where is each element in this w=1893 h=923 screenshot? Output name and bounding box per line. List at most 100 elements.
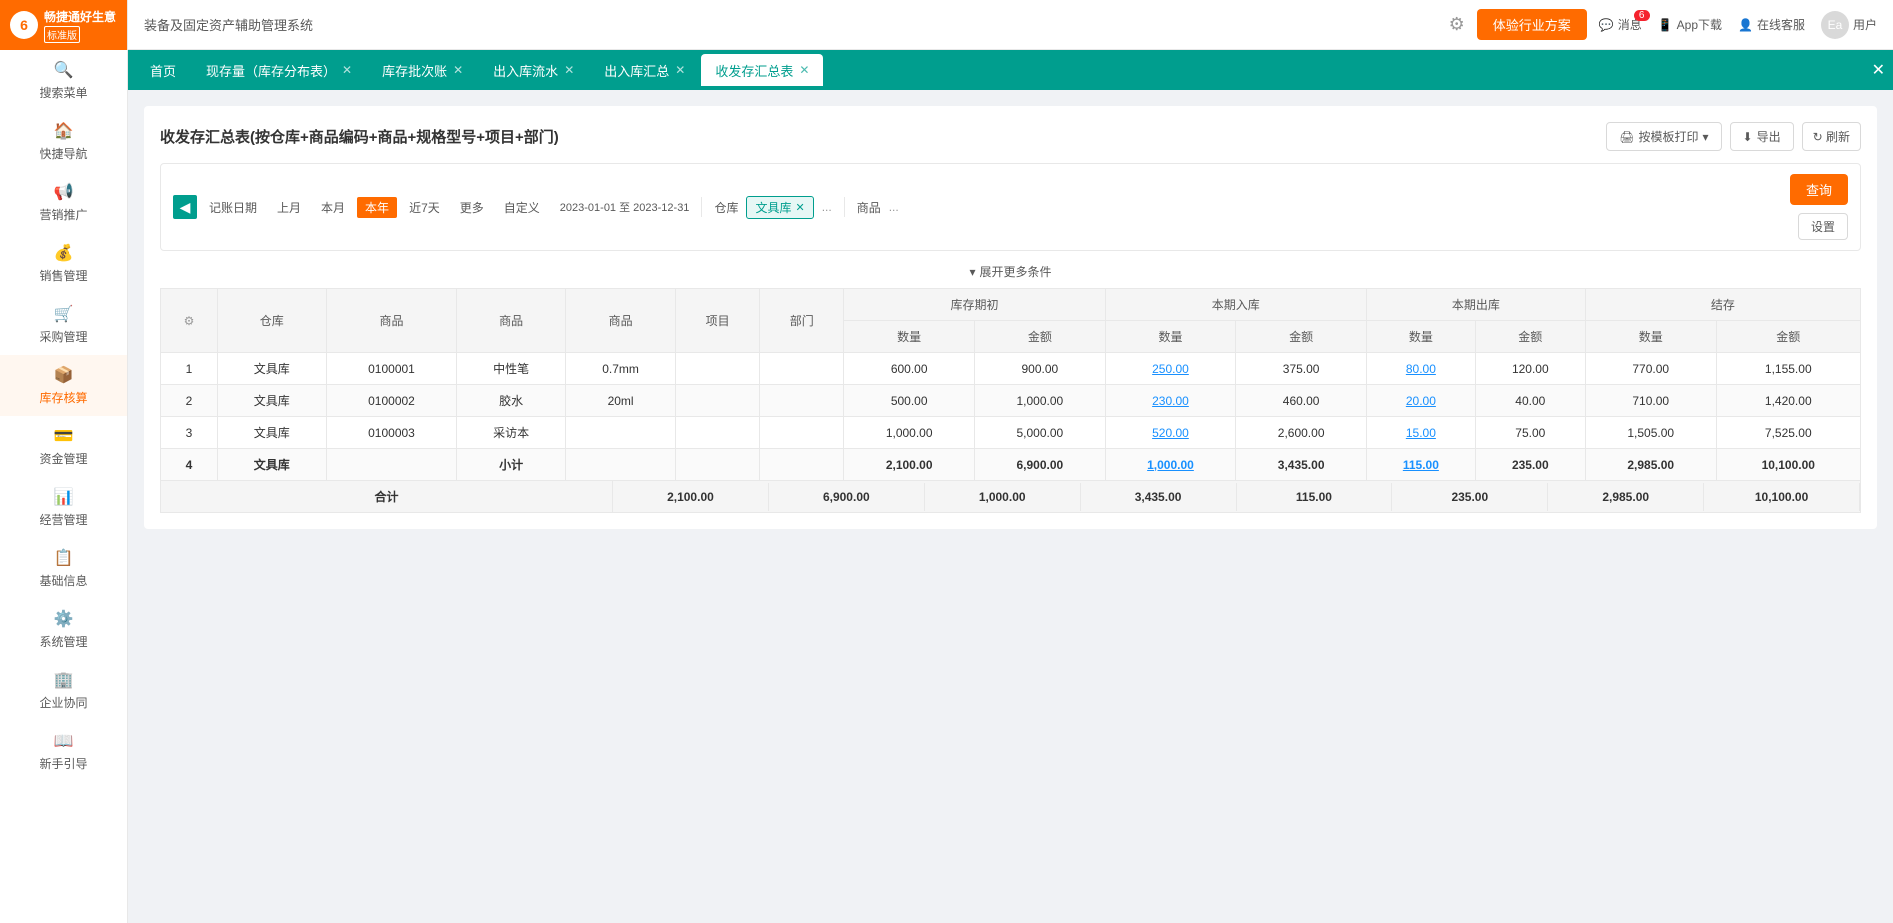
page-title: 收发存汇总表(按仓库+商品编码+商品+规格型号+项目+部门) <box>160 126 559 147</box>
tab-close-inout-flow[interactable]: ✕ <box>564 63 574 77</box>
settings-icon[interactable]: ⚙ <box>1449 14 1465 35</box>
cell-out-qty[interactable]: 15.00 <box>1366 417 1475 449</box>
cell-open-amt: 5,000.00 <box>975 417 1106 449</box>
sidebar-item-inventory[interactable]: 📦库存核算 <box>0 355 127 416</box>
cell-name: 小计 <box>457 449 566 481</box>
warehouse-more[interactable]: ... <box>822 200 832 214</box>
cell-open-qty: 600.00 <box>844 353 975 385</box>
cell-in-qty[interactable]: 230.00 <box>1105 385 1236 417</box>
cell-open-qty: 500.00 <box>844 385 975 417</box>
messages-btn[interactable]: 💬 消息 6 <box>1599 16 1642 33</box>
tabs-close-all[interactable]: ✕ <box>1872 60 1885 80</box>
cell-out-amt: 40.00 <box>1475 385 1585 417</box>
sidebar-item-basic-info[interactable]: 📋基础信息 <box>0 538 127 599</box>
filter-area: ◀ 记账日期 上月本月本年近7天更多自定义 2023-01-01 至 2023-… <box>160 163 1861 251</box>
date-btn-更多[interactable]: 更多 <box>452 197 492 218</box>
sidebar-item-operation[interactable]: 📊经营管理 <box>0 477 127 538</box>
cell-spec: 20ml <box>566 385 676 417</box>
tab-close-inventory-dist[interactable]: ✕ <box>342 63 352 77</box>
cell-in-qty[interactable]: 250.00 <box>1105 353 1236 385</box>
query-btn[interactable]: 查询 <box>1790 174 1848 205</box>
tab-close-batch-ledger[interactable]: ✕ <box>453 63 463 77</box>
phone-icon: 📱 <box>1658 18 1673 32</box>
sidebar-item-search[interactable]: 🔍搜索菜单 <box>0 50 127 111</box>
export-icon: ⬇ <box>1743 130 1753 144</box>
set-btn[interactable]: 设置 <box>1798 213 1848 240</box>
print-btn[interactable]: 🖨 按模板打印 ▾ <box>1606 122 1721 151</box>
export-btn[interactable]: ⬇ 导出 <box>1730 122 1794 151</box>
tab-label: 出入库流水 <box>493 61 558 80</box>
cell-bal-qty: 770.00 <box>1585 353 1716 385</box>
date-range: 2023-01-01 至 2023-12-31 <box>560 199 690 215</box>
sidebar-item-system[interactable]: ⚙️系统管理 <box>0 599 127 660</box>
cell-bal-qty: 1,505.00 <box>1585 417 1716 449</box>
logo-text: 畅捷通好生意 标准版 <box>44 8 116 43</box>
date-btn-近7天[interactable]: 近7天 <box>401 197 448 218</box>
sidebar-item-label: 营销推广 <box>39 206 87 223</box>
date-btn-本年[interactable]: 本年 <box>357 197 397 218</box>
tab-inventory-dist[interactable]: 现存量（库存分布表）✕ <box>192 54 366 86</box>
online-service-btn[interactable]: 👤 在线客服 <box>1738 16 1805 33</box>
table-row: 3 文具库 0100003 采访本 1,000.00 5,000.00 520.… <box>161 417 1861 449</box>
app-download-btn[interactable]: 📱 App下载 <box>1658 16 1722 33</box>
cell-warehouse: 文具库 <box>217 417 326 449</box>
sidebar-item-guide[interactable]: 📖新手引导 <box>0 721 127 782</box>
cell-no: 2 <box>161 385 218 417</box>
tab-close-inout-summary[interactable]: ✕ <box>675 63 685 77</box>
tab-inout-summary[interactable]: 出入库汇总 ✕ <box>590 54 699 86</box>
sidebar-item-quick-nav[interactable]: 🏠快捷导航 <box>0 111 127 172</box>
cell-out-qty[interactable]: 115.00 <box>1366 449 1475 481</box>
cell-in-amt: 375.00 <box>1236 353 1367 385</box>
expand-btn[interactable]: ▾ 展开更多条件 <box>969 263 1051 280</box>
date-btn-上月[interactable]: 上月 <box>269 197 309 218</box>
date-btn-本月[interactable]: 本月 <box>313 197 353 218</box>
table-row: 2 文具库 0100002 胶水 20ml 500.00 1,000.00 23… <box>161 385 1861 417</box>
cell-in-qty[interactable]: 1,000.00 <box>1105 449 1236 481</box>
col-in-qty: 数量 <box>1105 321 1236 353</box>
warehouse-tag-close[interactable]: ✕ <box>795 201 804 214</box>
footer-in-amt: 3,435.00 <box>1081 483 1237 511</box>
sidebar-item-corp[interactable]: 🏢企业协同 <box>0 660 127 721</box>
sidebar-logo: 6 畅捷通好生意 标准版 <box>0 0 127 50</box>
message-icon: 💬 <box>1599 18 1614 32</box>
finance-icon: 💳 <box>54 426 74 446</box>
cell-open-qty: 2,100.00 <box>844 449 975 481</box>
cell-code: 0100001 <box>326 353 457 385</box>
footer-label: 合计 <box>161 481 613 512</box>
cell-in-qty[interactable]: 520.00 <box>1105 417 1236 449</box>
cell-open-amt: 6,900.00 <box>975 449 1106 481</box>
cell-project <box>676 385 760 417</box>
topbar: 装备及固定资产辅助管理系统 ⚙ 体验行业方案 💬 消息 6 📱 App下载 👤 … <box>128 0 1893 50</box>
service-icon: 👤 <box>1738 18 1753 32</box>
col-out-amt: 金额 <box>1475 321 1585 353</box>
footer-open-amt: 6,900.00 <box>769 483 925 511</box>
cell-out-qty[interactable]: 80.00 <box>1366 353 1475 385</box>
goods-more[interactable]: ... <box>889 200 899 214</box>
tab-inout-flow[interactable]: 出入库流水 ✕ <box>479 54 588 86</box>
filter-toggle-btn[interactable]: ◀ <box>173 195 197 219</box>
date-btn-自定义[interactable]: 自定义 <box>496 197 548 218</box>
sidebar-item-sales[interactable]: 💰销售管理 <box>0 233 127 294</box>
col-settings-icon[interactable]: ⚙ <box>184 314 195 328</box>
cell-open-amt: 1,000.00 <box>975 385 1106 417</box>
cell-out-qty[interactable]: 20.00 <box>1366 385 1475 417</box>
tab-label: 出入库汇总 <box>604 61 669 80</box>
operation-icon: 📊 <box>54 487 74 507</box>
cell-warehouse: 文具库 <box>217 353 326 385</box>
warehouse-tag[interactable]: 文具库 ✕ <box>746 196 813 219</box>
sidebar-item-marketing[interactable]: 📢营销推广 <box>0 172 127 233</box>
tab-receive-summary[interactable]: 收发存汇总表✕ <box>701 54 823 86</box>
tab-close-receive-summary[interactable]: ✕ <box>799 63 809 77</box>
refresh-btn[interactable]: ↻ 刷新 <box>1802 122 1861 151</box>
sidebar-item-finance[interactable]: 💳资金管理 <box>0 416 127 477</box>
quick-nav-icon: 🏠 <box>54 121 74 141</box>
col-settings-header[interactable]: ⚙ <box>161 289 218 353</box>
sidebar-item-purchase[interactable]: 🛒采购管理 <box>0 294 127 355</box>
tab-home[interactable]: 首页 <box>136 54 190 86</box>
table-footer: 合计 2,100.00 6,900.00 1,000.00 3,435.00 1… <box>160 481 1861 513</box>
user-btn[interactable]: Ea 用户 <box>1821 11 1877 39</box>
col-open-amt: 金额 <box>975 321 1106 353</box>
trial-btn[interactable]: 体验行业方案 <box>1477 9 1587 40</box>
col-in-amt: 金额 <box>1236 321 1367 353</box>
tab-batch-ledger[interactable]: 库存批次账✕ <box>368 54 477 86</box>
